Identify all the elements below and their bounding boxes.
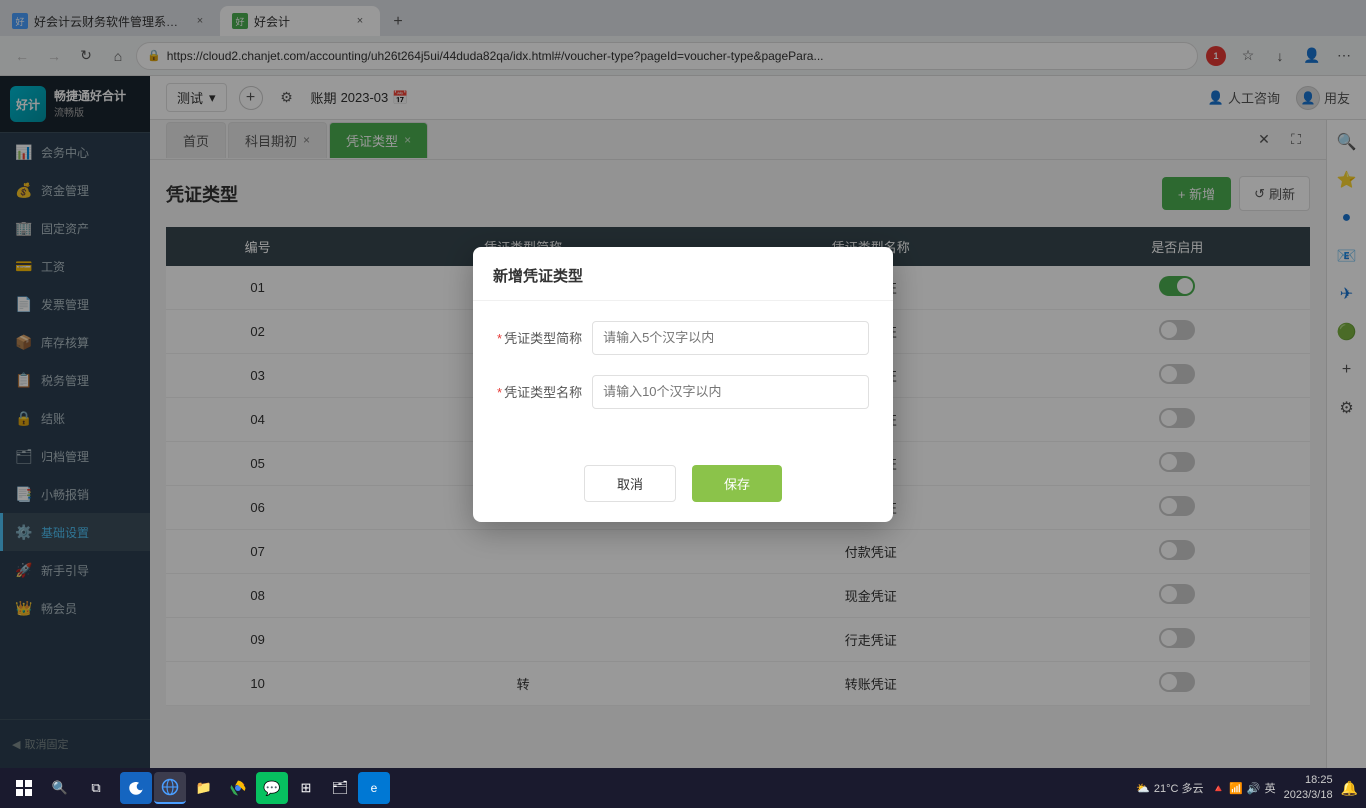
weather-text: 21°C 多云 [1154,780,1204,796]
taskbar-search-button[interactable]: 🔍 [44,772,76,804]
taskbar-app-folder2[interactable]: 🗂 [324,772,356,804]
taskbar-clock[interactable]: 18:25 2023/3/18 [1284,773,1333,804]
save-button[interactable]: 保存 [692,465,782,502]
start-button[interactable] [8,772,40,804]
language-icon[interactable]: 英 [1265,780,1276,796]
short-name-input[interactable] [592,321,869,355]
taskbar-right: ⛅ 21°C 多云 🔺 📶 🔊 英 18:25 2023/3/18 🔔 [1136,773,1358,804]
clock-date: 2023/3/18 [1284,788,1333,803]
clock-time: 18:25 [1284,773,1333,788]
taskbar-system-icons: 🔺 📶 🔊 英 [1212,780,1276,796]
dialog-title: 新增凭证类型 [493,268,583,285]
cancel-button[interactable]: 取消 [584,465,676,502]
add-voucher-type-dialog: 新增凭证类型 *凭证类型简称 *凭证类型名称 取消 保存 [473,247,893,522]
taskbar-app-chrome[interactable] [222,772,254,804]
weather-icon: ⛅ [1136,782,1150,795]
short-name-row: *凭证类型简称 [497,321,869,355]
taskbar-app-file[interactable]: 📁 [188,772,220,804]
full-name-label: *凭证类型名称 [497,382,582,401]
network-icon[interactable]: 🔺 [1212,782,1226,795]
taskbar-app-win[interactable]: ⊞ [290,772,322,804]
short-name-label: *凭证类型简称 [497,328,582,347]
notification-button[interactable]: 🔔 [1341,780,1358,797]
full-name-input[interactable] [592,375,869,409]
dialog-body: *凭证类型简称 *凭证类型名称 [473,301,893,449]
dialog-overlay: 新增凭证类型 *凭证类型简称 *凭证类型名称 取消 保存 [0,0,1366,768]
volume-icon[interactable]: 🔊 [1247,782,1261,795]
dialog-header: 新增凭证类型 [473,247,893,301]
taskbar-app-wechat[interactable]: 💬 [256,772,288,804]
weather-info: ⛅ 21°C 多云 [1136,780,1203,796]
taskbar-app-browser[interactable] [154,772,186,804]
wifi-icon[interactable]: 📶 [1229,782,1243,795]
taskbar-apps: 📁 💬 ⊞ 🗂 e [116,772,394,804]
required-mark-2: * [497,385,502,400]
taskbar-app-edge[interactable] [120,772,152,804]
required-mark-1: * [497,331,502,346]
taskbar-task-button[interactable]: ⧉ [80,772,112,804]
full-name-row: *凭证类型名称 [497,375,869,409]
dialog-footer: 取消 保存 [473,449,893,522]
taskbar: 🔍 ⧉ 📁 💬 ⊞ 🗂 e ⛅ 21°C 多云 🔺 📶 🔊 英 [0,768,1366,808]
taskbar-app-edge2[interactable]: e [358,772,390,804]
